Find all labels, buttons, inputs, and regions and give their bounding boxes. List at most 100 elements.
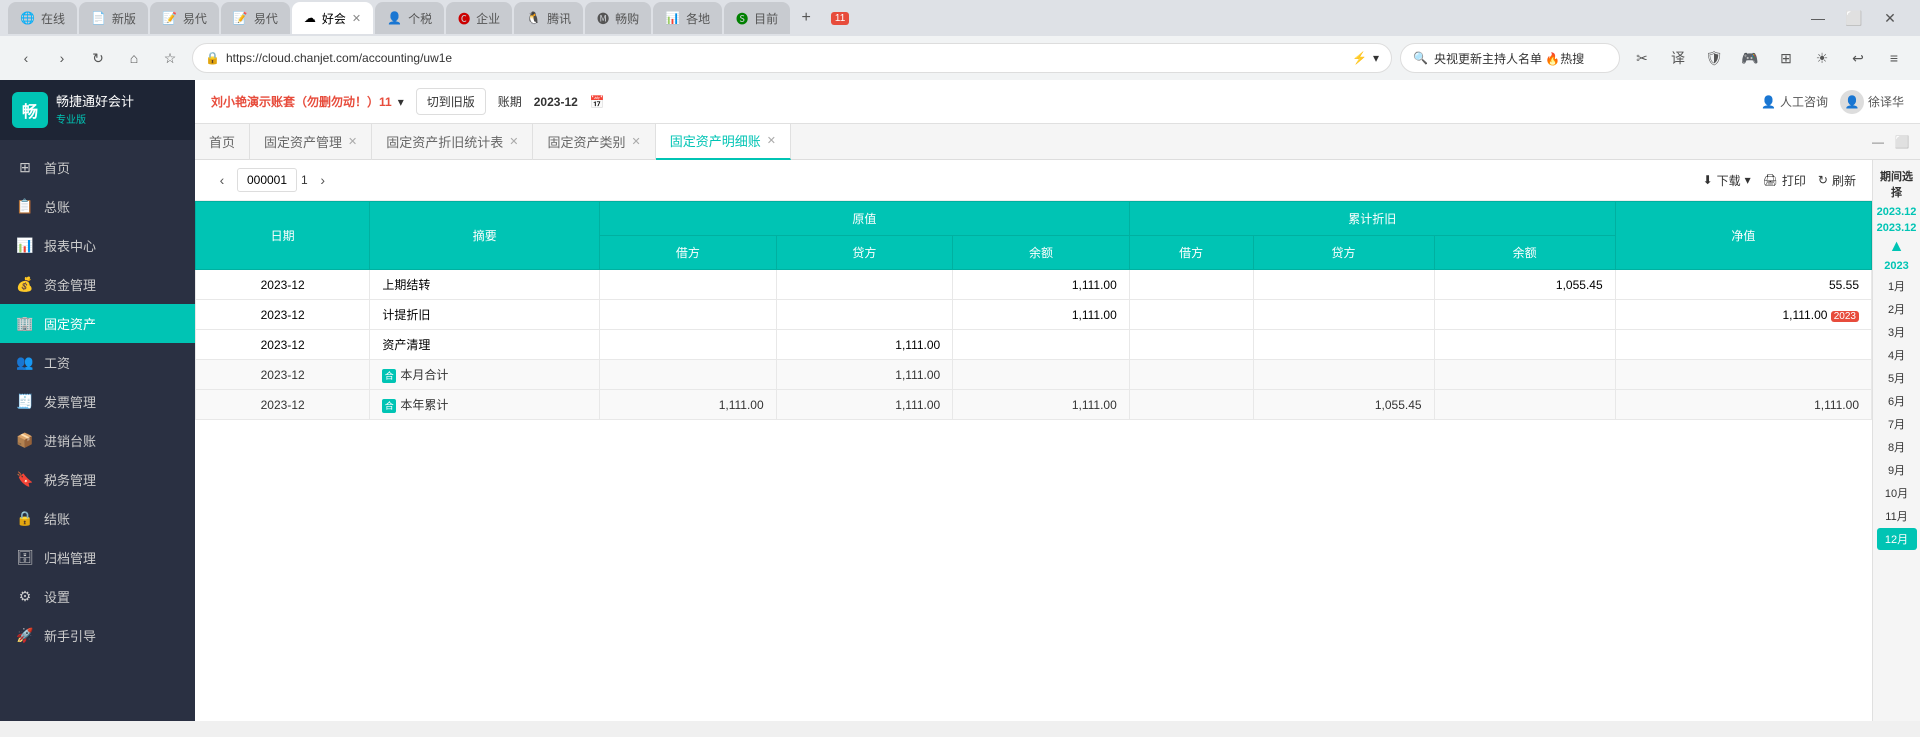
prev-page-btn[interactable]: ‹	[211, 169, 233, 191]
tab-minimize-btn[interactable]: —	[1868, 132, 1888, 152]
browser-tab-8[interactable]: 🐧 腾讯	[514, 2, 583, 34]
tab-close-5[interactable]: ✕	[352, 12, 361, 25]
tab-maximize-btn[interactable]: ⬜	[1892, 132, 1912, 152]
sidebar-item-fixed-assets-label: 固定资产	[44, 314, 96, 333]
tab-home[interactable]: 首页	[195, 124, 250, 160]
tax-icon: 🔖	[16, 471, 34, 489]
archive-icon: 🗄	[16, 549, 34, 567]
user-button[interactable]: 👤 徐译华	[1840, 90, 1904, 114]
next-page-btn[interactable]: ›	[312, 169, 334, 191]
maximize-btn[interactable]: ⬜	[1840, 4, 1868, 32]
browser-tab-2[interactable]: 📄 新版	[79, 2, 148, 34]
sidebar-item-closing[interactable]: 🔒 结账	[0, 499, 195, 538]
calendar-icon[interactable]: 📅	[590, 95, 605, 109]
address-bar[interactable]: 🔒 https://cloud.chanjet.com/accounting/u…	[192, 43, 1392, 73]
page-input[interactable]	[237, 168, 297, 192]
home-button[interactable]: ⌂	[120, 44, 148, 72]
shield-icon[interactable]: 🛡	[1700, 44, 1728, 72]
selected-date-1: 2023.12	[1875, 204, 1919, 220]
sidebar-item-tax[interactable]: 🔖 税务管理	[0, 460, 195, 499]
sidebar-item-payroll-label: 工资	[44, 353, 70, 372]
switch-btn[interactable]: 切到旧版	[416, 88, 486, 115]
td-orig-credit: 1,111.00	[776, 360, 953, 390]
period-month-12[interactable]: 12月	[1877, 528, 1917, 550]
dropdown-icon[interactable]: ▾	[1373, 51, 1379, 65]
period-month-4[interactable]: 4月	[1877, 344, 1917, 366]
browser-tab-9[interactable]: 🅜 畅购	[585, 2, 651, 34]
menu-icon[interactable]: ≡	[1880, 44, 1908, 72]
browser-tab-6[interactable]: 👤 个税	[375, 2, 444, 34]
period-month-9[interactable]: 9月	[1877, 459, 1917, 481]
tab-fixed-asset-category[interactable]: 固定资产类别 ✕	[533, 124, 655, 160]
browser-tab-7[interactable]: 🅒 企业	[446, 2, 512, 34]
search-bar[interactable]: 🔍 央视更新主持人名单 🔥热搜	[1400, 43, 1620, 73]
tab-close-fixed-asset-mgmt[interactable]: ✕	[348, 135, 357, 148]
sidebar-item-inventory[interactable]: 📦 进销台账	[0, 421, 195, 460]
sidebar-item-reports[interactable]: 📊 报表中心	[0, 226, 195, 265]
grid-icon[interactable]: ⊞	[1772, 44, 1800, 72]
refresh-btn[interactable]: ↻ 刷新	[1818, 172, 1856, 189]
period-month-10[interactable]: 10月	[1877, 482, 1917, 504]
sidebar-item-fixed-assets[interactable]: 🏢 固定资产	[0, 304, 195, 343]
tab-close-fixed-asset-depreciation[interactable]: ✕	[509, 135, 518, 148]
company-selector[interactable]: 刘小艳演示账套（勿删勿动！）11 ▾	[211, 93, 404, 110]
tab-close-fixed-asset-category[interactable]: ✕	[632, 135, 641, 148]
browser-tab-10[interactable]: 📊 各地	[653, 2, 722, 34]
reload-button[interactable]: ↻	[84, 44, 112, 72]
period-month-5[interactable]: 5月	[1877, 367, 1917, 389]
browser-tab-1[interactable]: 🌐 在线	[8, 2, 77, 34]
browser-tab-4[interactable]: 📝 易代	[221, 2, 290, 34]
minimize-btn[interactable]: —	[1804, 4, 1832, 32]
close-btn[interactable]: ✕	[1876, 4, 1904, 32]
period-month-8[interactable]: 8月	[1877, 436, 1917, 458]
td-dep-credit	[1253, 270, 1434, 300]
browser-tab-11[interactable]: 🅢 目前	[724, 2, 790, 34]
sidebar-item-guide[interactable]: 🚀 新手引导	[0, 616, 195, 655]
sidebar-item-home[interactable]: ⊞ 首页	[0, 148, 195, 187]
period-month-7[interactable]: 7月	[1877, 413, 1917, 435]
sidebar-item-guide-label: 新手引导	[44, 626, 96, 645]
tab-close-fixed-asset-ledger[interactable]: ✕	[767, 134, 776, 147]
tab-fixed-asset-depreciation[interactable]: 固定资产折旧统计表 ✕	[372, 124, 533, 160]
period-scroll-up[interactable]: ▲	[1877, 236, 1917, 258]
period-month-1[interactable]: 1月	[1877, 275, 1917, 297]
browser-notification[interactable]: 11	[826, 4, 854, 32]
undo-icon[interactable]: ↩	[1844, 44, 1872, 72]
sidebar-item-invoice[interactable]: 🧾 发票管理	[0, 382, 195, 421]
sidebar-item-archive[interactable]: 🗄 归档管理	[0, 538, 195, 577]
sidebar-item-ledger[interactable]: 📋 总账	[0, 187, 195, 226]
period-month-3[interactable]: 3月	[1877, 321, 1917, 343]
tab-fixed-asset-ledger-label: 固定资产明细账	[670, 131, 761, 150]
brightness-icon[interactable]: ☀	[1808, 44, 1836, 72]
bookmark-button[interactable]: ☆	[156, 44, 184, 72]
page-number: 1	[301, 173, 308, 187]
back-button[interactable]: ‹	[12, 44, 40, 72]
period-month-2[interactable]: 2月	[1877, 298, 1917, 320]
tab-fixed-asset-ledger[interactable]: 固定资产明细账 ✕	[656, 124, 791, 160]
th-summary: 摘要	[370, 202, 600, 270]
new-tab-button[interactable]: +	[792, 4, 820, 32]
forward-button[interactable]: ›	[48, 44, 76, 72]
period-month-11[interactable]: 11月	[1877, 505, 1917, 527]
gamepad-icon[interactable]: 🎮	[1736, 44, 1764, 72]
sidebar-item-settings[interactable]: ⚙ 设置	[0, 577, 195, 616]
help-label: 人工咨询	[1780, 93, 1828, 110]
browser-tab-3[interactable]: 📝 易代	[150, 2, 219, 34]
td-orig-debit: 1,111.00	[600, 390, 777, 420]
content-main: ‹ 1 › ⬇ 下载 ▾ 🖨 打印	[195, 160, 1872, 721]
help-button[interactable]: 👤 人工咨询	[1761, 93, 1828, 110]
td-dep-credit	[1253, 300, 1434, 330]
td-dep-balance	[1434, 360, 1615, 390]
tab-fixed-asset-mgmt[interactable]: 固定资产管理 ✕	[250, 124, 372, 160]
download-label: 下载	[1717, 172, 1741, 189]
scissors-icon[interactable]: ✂	[1628, 44, 1656, 72]
sidebar-item-funds[interactable]: 💰 资金管理	[0, 265, 195, 304]
sidebar-item-payroll[interactable]: 👥 工资	[0, 343, 195, 382]
translate-icon[interactable]: 译	[1664, 44, 1692, 72]
download-btn[interactable]: ⬇ 下载 ▾	[1703, 172, 1751, 189]
period-month-6[interactable]: 6月	[1877, 390, 1917, 412]
browser-tab-5[interactable]: ☁ 好会 ✕	[292, 2, 373, 34]
th-date: 日期	[196, 202, 370, 270]
print-btn[interactable]: 🖨 打印	[1763, 172, 1806, 189]
tab-favicon-1: 🌐	[20, 11, 35, 25]
